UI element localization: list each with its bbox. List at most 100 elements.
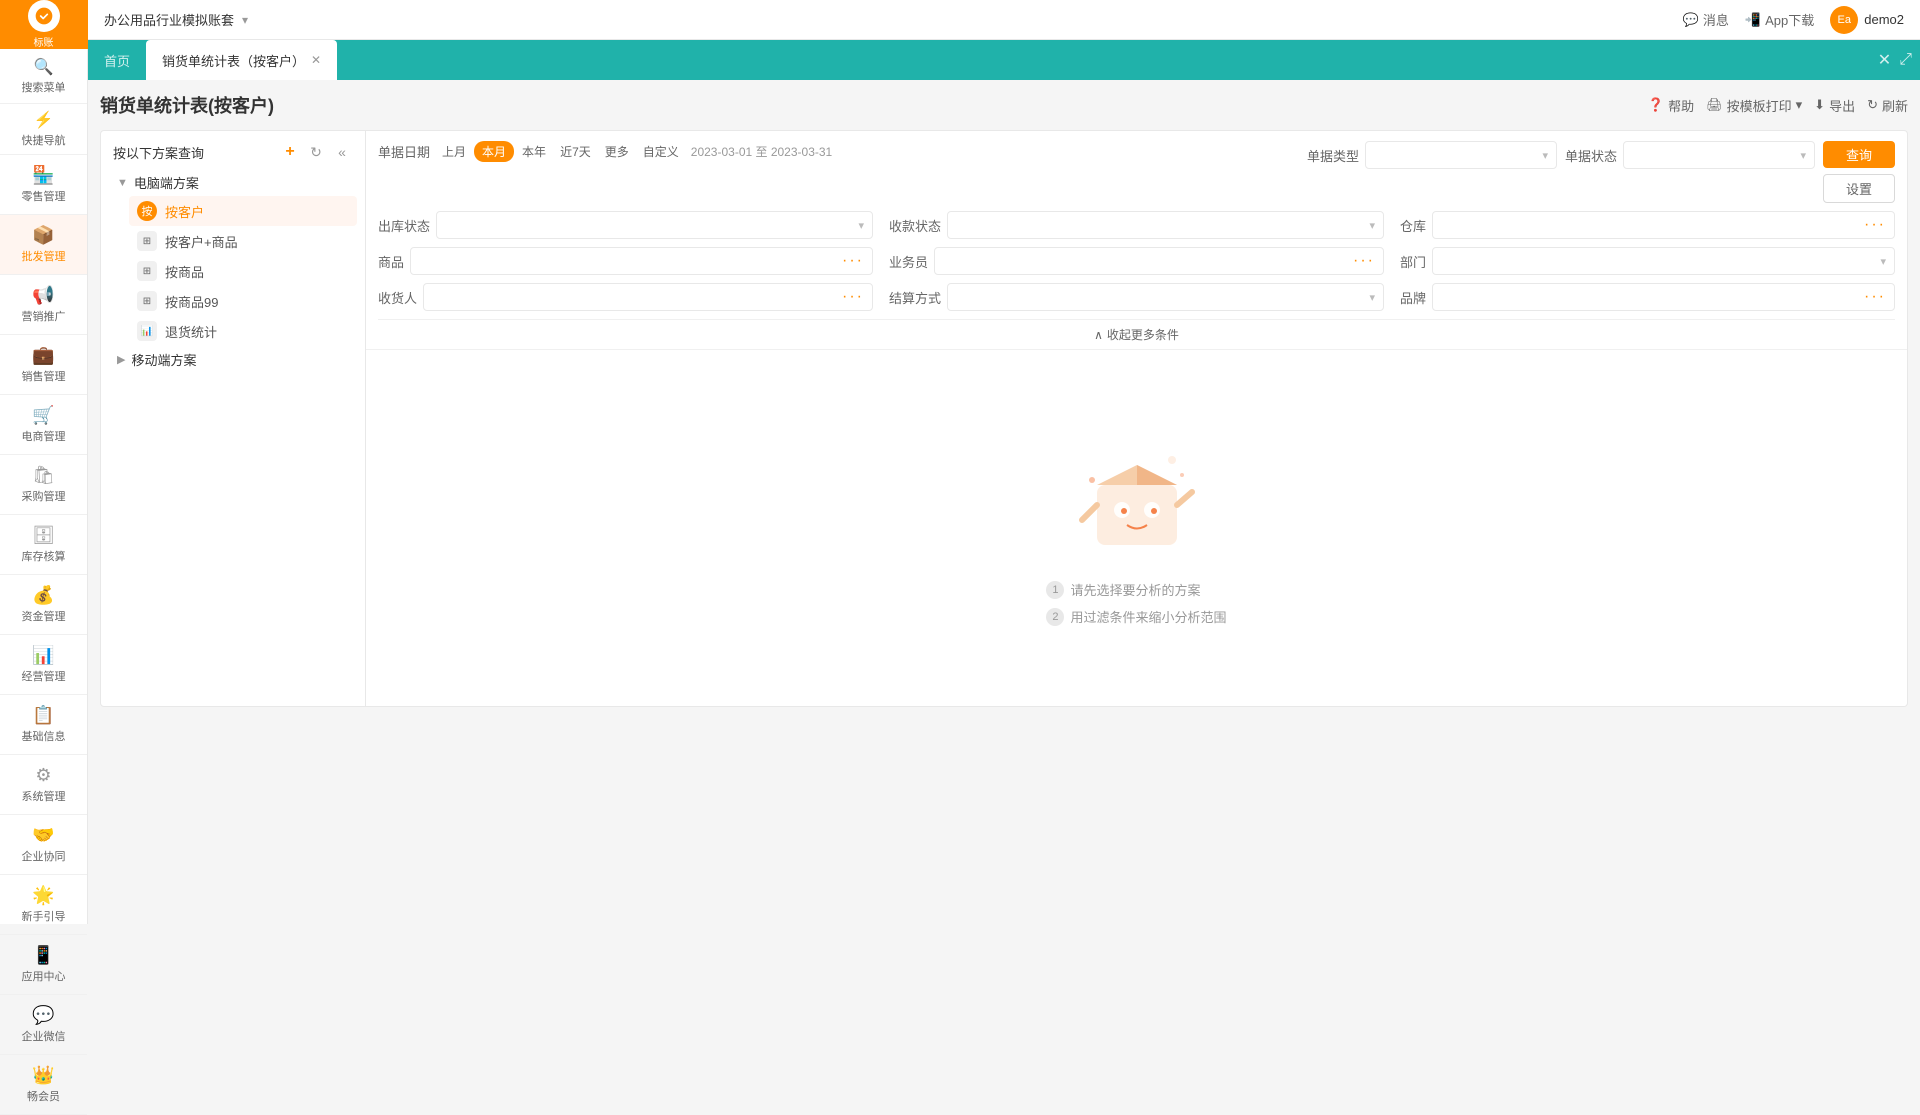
scheme-item-goods99[interactable]: ⊞ 按商品99: [129, 286, 357, 316]
date-this-month[interactable]: 本月: [474, 141, 514, 162]
refresh-btn[interactable]: ↻ 刷新: [1867, 96, 1908, 115]
sidebar-search-btn[interactable]: 🔍 搜索菜单: [0, 49, 87, 104]
dept-label: 部门: [1400, 252, 1426, 271]
scheme-item-by-customer[interactable]: 按 按客户: [129, 196, 357, 226]
enterprise-icon: 🤝: [32, 825, 54, 846]
salesman-select[interactable]: ···: [934, 247, 1384, 275]
scheme-refresh-btn[interactable]: ↻: [305, 141, 327, 163]
scheme-panel-btns: + ↻ «: [279, 141, 353, 163]
help-btn[interactable]: ❓ 帮助: [1648, 96, 1694, 115]
sidebar-item-enterprise[interactable]: 🤝 企业协同: [0, 815, 87, 875]
message-btn[interactable]: 💬 消息: [1683, 10, 1729, 29]
finance-label: 资金管理: [22, 608, 66, 624]
print-dropdown-arrow[interactable]: ▾: [1796, 97, 1803, 113]
tab-action-close[interactable]: ✕: [1878, 50, 1891, 70]
collapse-bar-text: ∧ 收起更多条件: [1094, 326, 1179, 343]
app-download-btn[interactable]: 📲 App下载: [1745, 10, 1814, 29]
scheme-group-mobile-header[interactable]: ▶ 移动端方案: [109, 346, 357, 373]
help-label: 帮助: [1668, 96, 1694, 115]
print-btn[interactable]: 🖨 按模板打印 ▾: [1706, 96, 1802, 115]
header-dropdown-arrow[interactable]: ▾: [242, 13, 248, 27]
warehouse-filter: 仓库 ···: [1400, 211, 1895, 239]
sidebar-logo[interactable]: 标账: [0, 0, 88, 49]
action-buttons: 查询 设置: [1823, 141, 1895, 203]
date-this-year[interactable]: 本年: [516, 141, 552, 162]
settle-label: 结算方式: [889, 288, 941, 307]
export-btn[interactable]: ⬇ 导出: [1814, 96, 1855, 115]
filter-area: 单据日期 上月 本月 本年 近7天 更多 自定义 2023-03-01 至 20…: [366, 131, 1907, 350]
member-label: 畅会员: [27, 1088, 60, 1104]
content-area: 销货单统计表(按客户) ❓ 帮助 🖨 按模板打印 ▾ ⬇ 导出: [88, 80, 1920, 924]
filter-row-2: 出库状态 ▾ 收款状态 ▾: [378, 211, 1895, 239]
tip-text-2: 用过滤条件来缩小分析范围: [1070, 607, 1226, 626]
filter-row-4: 收货人 ··· 结算方式 ▾: [378, 283, 1895, 311]
brand-select[interactable]: ···: [1432, 283, 1895, 311]
sidebar-item-inventory[interactable]: 🗄 库存核算: [0, 515, 87, 575]
sidebar-item-appcenter[interactable]: 📱 应用中心: [0, 935, 87, 995]
date-7days[interactable]: 近7天: [554, 141, 597, 162]
sidebar-quicknav-btn[interactable]: ⚡ 快捷导航: [0, 104, 87, 155]
order-type-select[interactable]: ▾: [1365, 141, 1557, 169]
inventory-icon: 🗄: [32, 525, 55, 546]
inventory-label: 库存核算: [22, 548, 66, 564]
date-shortcuts: 上月 本月 本年 近7天 更多 自定义: [436, 141, 685, 162]
tab-action-expand[interactable]: ⤢: [1899, 51, 1912, 69]
sidebar-item-ecommerce[interactable]: 🛒 电商管理: [0, 395, 87, 455]
order-status-select[interactable]: ▾: [1623, 141, 1815, 169]
tab-sales-stats[interactable]: 销货单统计表（按客户） ✕: [146, 40, 337, 80]
sidebar-item-marketing[interactable]: 📢 营销推广: [0, 275, 87, 335]
sidebar-item-sales[interactable]: 💼 销售管理: [0, 335, 87, 395]
scheme-panel-header: 按以下方案查询 + ↻ «: [101, 131, 365, 169]
goods-select[interactable]: ···: [410, 247, 873, 275]
search-label: 搜索菜单: [22, 79, 66, 95]
receiver-select[interactable]: ···: [423, 283, 873, 311]
enterprise-label: 企业协同: [22, 848, 66, 864]
sidebar-item-operations[interactable]: 📊 经营管理: [0, 635, 87, 695]
operations-icon: 📊: [32, 645, 54, 666]
settle-filter: 结算方式 ▾: [889, 283, 1384, 311]
warehouse-select[interactable]: ···: [1432, 211, 1895, 239]
scheme-item-return[interactable]: 📊 退货统计: [129, 316, 357, 346]
brand-label: 品牌: [1400, 288, 1426, 307]
scheme-item-customer-goods-label: 按客户+商品: [165, 232, 238, 251]
sidebar-item-system[interactable]: ⚙ 系统管理: [0, 755, 87, 815]
scheme-collapse-btn[interactable]: «: [331, 141, 353, 163]
query-button[interactable]: 查询: [1823, 141, 1895, 168]
order-type-arrow: ▾: [1542, 149, 1548, 162]
message-icon: 💬: [1683, 12, 1699, 28]
scheme-item-customer-goods[interactable]: ⊞ 按客户+商品: [129, 226, 357, 256]
sidebar-item-basic[interactable]: 📋 基础信息: [0, 695, 87, 755]
dept-select[interactable]: ▾: [1432, 247, 1895, 275]
tab-sales-stats-close[interactable]: ✕: [311, 53, 321, 67]
out-status-select[interactable]: ▾: [436, 211, 873, 239]
scheme-item-goods99-icon: ⊞: [137, 291, 157, 311]
scheme-group-desktop-header[interactable]: ▼ 电脑端方案: [109, 169, 357, 196]
sidebar-item-finance[interactable]: 💰 资金管理: [0, 575, 87, 635]
sidebar-item-retail[interactable]: 🏪 零售管理: [0, 155, 87, 215]
collapse-bar[interactable]: ∧ 收起更多条件: [378, 319, 1895, 349]
marketing-label: 营销推广: [22, 308, 66, 324]
sidebar-item-wechat[interactable]: 💬 企业微信: [0, 995, 87, 1055]
date-last-month[interactable]: 上月: [436, 141, 472, 162]
empty-tips: 1 请先选择要分析的方案 2 用过滤条件来缩小分析范围: [1046, 580, 1226, 626]
sidebar-item-wholesale[interactable]: 📦 批发管理: [0, 215, 87, 275]
tab-actions: ✕ ⤢: [1878, 50, 1920, 70]
tab-home[interactable]: 首页: [88, 40, 146, 80]
desktop-group-label: 电脑端方案: [134, 173, 199, 192]
sidebar: 标账 🔍 搜索菜单 ⚡ 快捷导航 🏪 零售管理 📦 批发管理 📢 营销推广 💼 …: [0, 0, 88, 924]
empty-tip-1: 1 请先选择要分析的方案: [1046, 580, 1226, 599]
scheme-tree: ▼ 电脑端方案 按 按客户 ⊞: [101, 169, 365, 373]
scheme-item-goods[interactable]: ⊞ 按商品: [129, 256, 357, 286]
settle-select[interactable]: ▾: [947, 283, 1384, 311]
scheme-add-btn[interactable]: +: [279, 141, 301, 163]
settings-button[interactable]: 设置: [1823, 174, 1895, 203]
sidebar-item-purchase[interactable]: 🛍 采购管理: [0, 455, 87, 515]
date-more[interactable]: 更多: [599, 141, 635, 162]
user-initials: Ea: [1838, 14, 1851, 26]
user-area[interactable]: Ea demo2: [1830, 6, 1904, 34]
sidebar-item-member[interactable]: 👑 畅会员: [0, 1055, 87, 1115]
recv-status-select[interactable]: ▾: [947, 211, 1384, 239]
out-status-filter: 出库状态 ▾: [378, 211, 873, 239]
sidebar-item-newbie[interactable]: 🌟 新手引导: [0, 875, 87, 935]
date-custom[interactable]: 自定义: [637, 141, 685, 162]
